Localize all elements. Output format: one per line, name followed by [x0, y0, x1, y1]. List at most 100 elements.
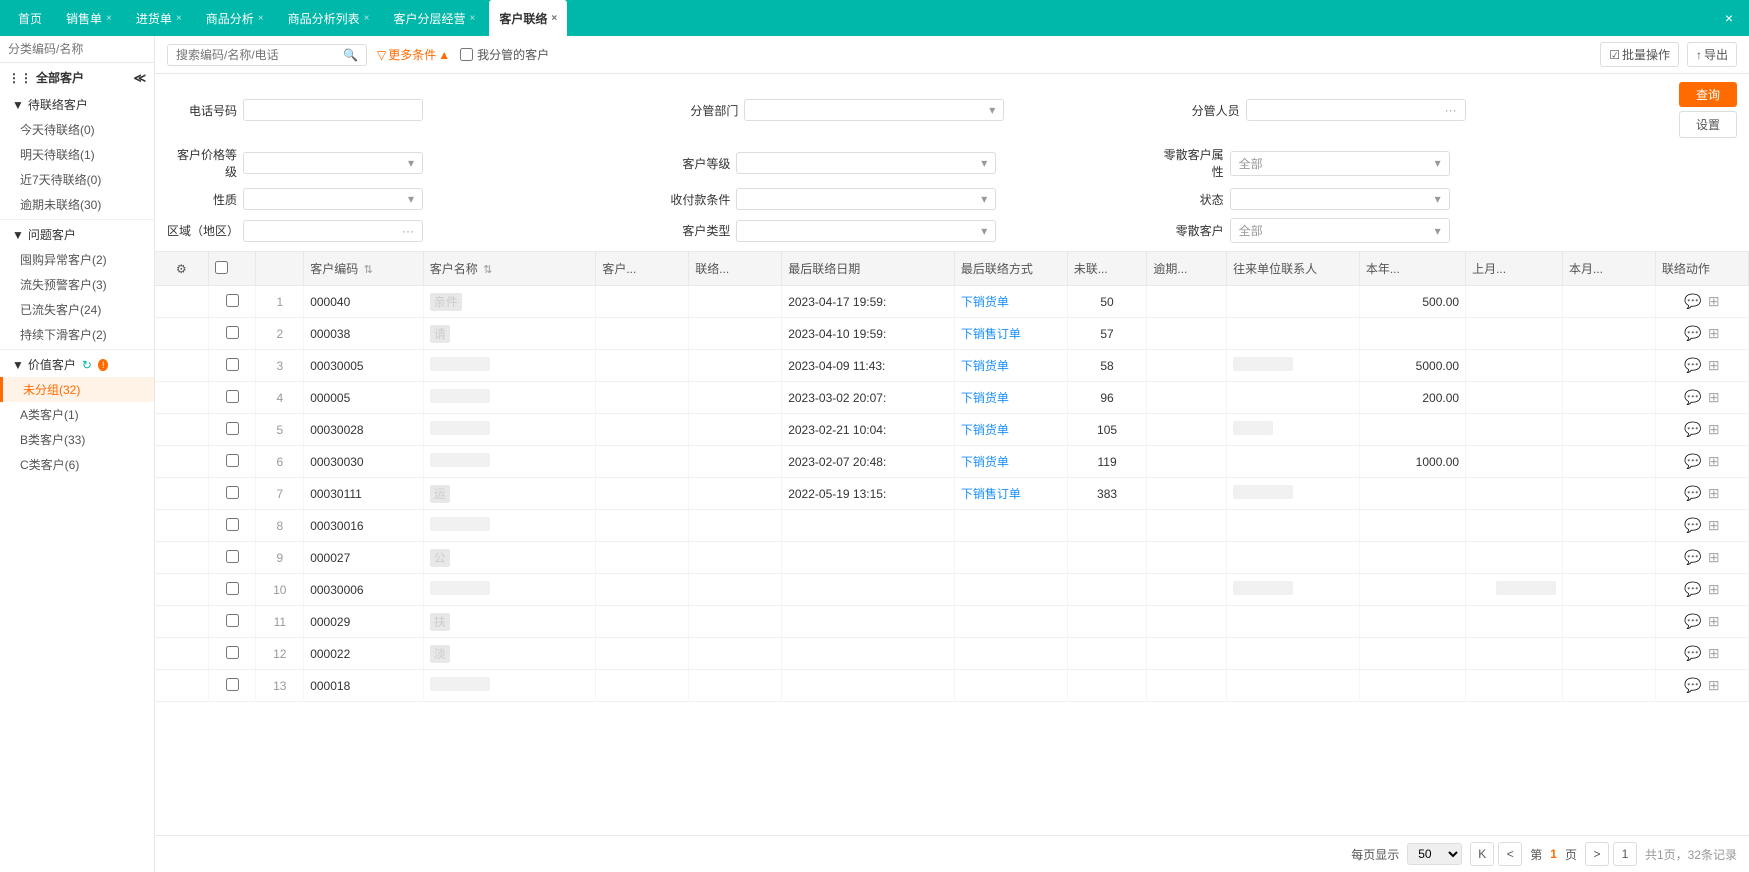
row-checkbox[interactable] — [226, 294, 239, 307]
last-way-link[interactable]: 下销货单 — [961, 295, 1009, 309]
tab-analysis-list[interactable]: 商品分析列表 × — [278, 0, 380, 36]
phone-input[interactable] — [243, 99, 423, 121]
dept-select[interactable]: ▾ — [744, 99, 1004, 121]
region-select[interactable]: ··· — [243, 220, 423, 242]
message-icon[interactable]: 💬 — [1684, 293, 1701, 310]
sidebar-item-b-class[interactable]: B类客户(33) — [0, 427, 154, 452]
row-checkbox[interactable] — [226, 486, 239, 499]
grid-action-icon[interactable]: ⊞ — [1708, 453, 1720, 470]
batch-op-button[interactable]: ☑ 批量操作 — [1600, 42, 1679, 67]
last-page-btn[interactable]: 1 — [1613, 842, 1637, 866]
resize-code[interactable] — [419, 252, 423, 285]
message-icon[interactable]: 💬 — [1684, 453, 1701, 470]
th-name[interactable]: 客户名称 ⇅ — [423, 252, 596, 286]
nature-select[interactable]: ▾ — [243, 188, 423, 210]
grid-action-icon[interactable]: ⊞ — [1708, 389, 1720, 406]
sidebar-item-churn-warn[interactable]: 流失预警客户(3) — [0, 272, 154, 297]
resize-type[interactable] — [684, 252, 688, 285]
sidebar-item-c-class[interactable]: C类客户(6) — [0, 452, 154, 477]
page-size-select[interactable]: 50 100 — [1407, 843, 1462, 865]
message-icon[interactable]: 💬 — [1684, 389, 1701, 406]
tab-customer-contact[interactable]: 客户联络 × — [489, 0, 567, 36]
resize-this-month[interactable] — [1651, 252, 1655, 285]
close-analysis-tab[interactable]: × — [258, 13, 264, 24]
close-customer-segment-tab[interactable]: × — [469, 13, 475, 24]
sidebar-item-a-class[interactable]: A类客户(1) — [0, 402, 154, 427]
grid-action-icon[interactable]: ⊞ — [1708, 613, 1720, 630]
last-way-link[interactable]: 下销货单 — [961, 423, 1009, 437]
last-way-link[interactable]: 下销货单 — [961, 391, 1009, 405]
row-checkbox[interactable] — [226, 454, 239, 467]
next-page-btn[interactable]: > — [1585, 842, 1609, 866]
resize-last-way[interactable] — [1063, 252, 1067, 285]
my-customers-checkbox[interactable]: 我分管的客户 — [460, 46, 549, 63]
retail-attr-select[interactable]: 全部 ▾ — [1230, 151, 1450, 176]
resize-last-date[interactable] — [950, 252, 954, 285]
payment-select[interactable]: ▾ — [736, 188, 996, 210]
my-customers-input[interactable] — [460, 48, 473, 61]
th-settings[interactable]: ⚙ — [155, 252, 208, 286]
last-way-link[interactable]: 下销货单 — [961, 455, 1009, 469]
export-button[interactable]: ↑ 导出 — [1687, 42, 1737, 67]
close-sales-tab[interactable]: × — [106, 13, 112, 24]
first-page-btn[interactable]: K — [1470, 842, 1494, 866]
sidebar-item-overdue[interactable]: 逾期未联络(30) — [0, 192, 154, 217]
grid-action-icon[interactable]: ⊞ — [1708, 581, 1720, 598]
search-input[interactable] — [176, 48, 339, 62]
grid-action-icon[interactable]: ⊞ — [1708, 357, 1720, 374]
grid-action-icon[interactable]: ⊞ — [1708, 293, 1720, 310]
row-checkbox[interactable] — [226, 358, 239, 371]
grid-action-icon[interactable]: ⊞ — [1708, 645, 1720, 662]
grid-action-icon[interactable]: ⊞ — [1708, 549, 1720, 566]
status-select[interactable]: ▾ — [1230, 188, 1450, 210]
row-checkbox[interactable] — [226, 518, 239, 531]
select-all-checkbox[interactable] — [215, 261, 228, 274]
sidebar-item-7days[interactable]: 近7天待联络(0) — [0, 167, 154, 192]
sidebar-item-declining[interactable]: 持续下滑客户(2) — [0, 322, 154, 347]
row-checkbox[interactable] — [226, 678, 239, 691]
resize-contact[interactable] — [777, 252, 781, 285]
sidebar-item-ungroup[interactable]: 未分组(32) — [0, 377, 154, 402]
tab-purchase[interactable]: 进货单 × — [126, 0, 192, 36]
search-icon[interactable]: 🔍 — [343, 48, 358, 62]
row-checkbox[interactable] — [226, 422, 239, 435]
prev-page-btn[interactable]: < — [1498, 842, 1522, 866]
tab-customer-segment[interactable]: 客户分层经营 × — [383, 0, 485, 36]
category-search-input[interactable] — [8, 42, 155, 56]
tab-sales[interactable]: 销售单 × — [56, 0, 122, 36]
row-checkbox[interactable] — [226, 390, 239, 403]
message-icon[interactable]: 💬 — [1684, 421, 1701, 438]
sidebar-item-today[interactable]: 今天待联络(0) — [0, 117, 154, 142]
customer-level-select[interactable]: ▾ — [736, 152, 996, 174]
retail-select[interactable]: 全部 ▾ — [1230, 218, 1450, 243]
refresh-icon[interactable]: ↻ — [82, 358, 92, 372]
row-checkbox[interactable] — [226, 582, 239, 595]
last-way-link[interactable]: 下销售订单 — [961, 487, 1021, 501]
grid-action-icon[interactable]: ⊞ — [1708, 485, 1720, 502]
message-icon[interactable]: 💬 — [1684, 645, 1701, 662]
grid-action-icon[interactable]: ⊞ — [1708, 517, 1720, 534]
resize-overdue[interactable] — [1222, 252, 1226, 285]
message-icon[interactable]: 💬 — [1684, 613, 1701, 630]
sidebar-group-pending[interactable]: ▼ 待联络客户 — [0, 92, 154, 117]
message-icon[interactable]: 💬 — [1684, 325, 1701, 342]
more-conditions-btn[interactable]: ▽ 更多条件 ▲ — [377, 46, 450, 63]
resize-name[interactable] — [591, 252, 595, 285]
message-icon[interactable]: 💬 — [1684, 581, 1701, 598]
resize-year[interactable] — [1461, 252, 1465, 285]
sidebar-item-tomorrow[interactable]: 明天待联络(1) — [0, 142, 154, 167]
grid-action-icon[interactable]: ⊞ — [1708, 677, 1720, 694]
row-checkbox[interactable] — [226, 326, 239, 339]
close-analysis-list-tab[interactable]: × — [364, 13, 370, 24]
row-checkbox[interactable] — [226, 646, 239, 659]
grid-action-icon[interactable]: ⊞ — [1708, 421, 1720, 438]
last-way-link[interactable]: 下销售订单 — [961, 327, 1021, 341]
th-code[interactable]: 客户编码 ⇅ — [304, 252, 424, 286]
close-purchase-tab[interactable]: × — [176, 13, 182, 24]
sidebar-group-problem[interactable]: ▼ 问题客户 — [0, 222, 154, 247]
tab-home[interactable]: 首页 — [8, 6, 52, 31]
message-icon[interactable]: 💬 — [1684, 549, 1701, 566]
query-button[interactable]: 查询 — [1679, 82, 1737, 107]
last-way-link[interactable]: 下销货单 — [961, 359, 1009, 373]
person-input[interactable]: ··· — [1246, 99, 1466, 121]
